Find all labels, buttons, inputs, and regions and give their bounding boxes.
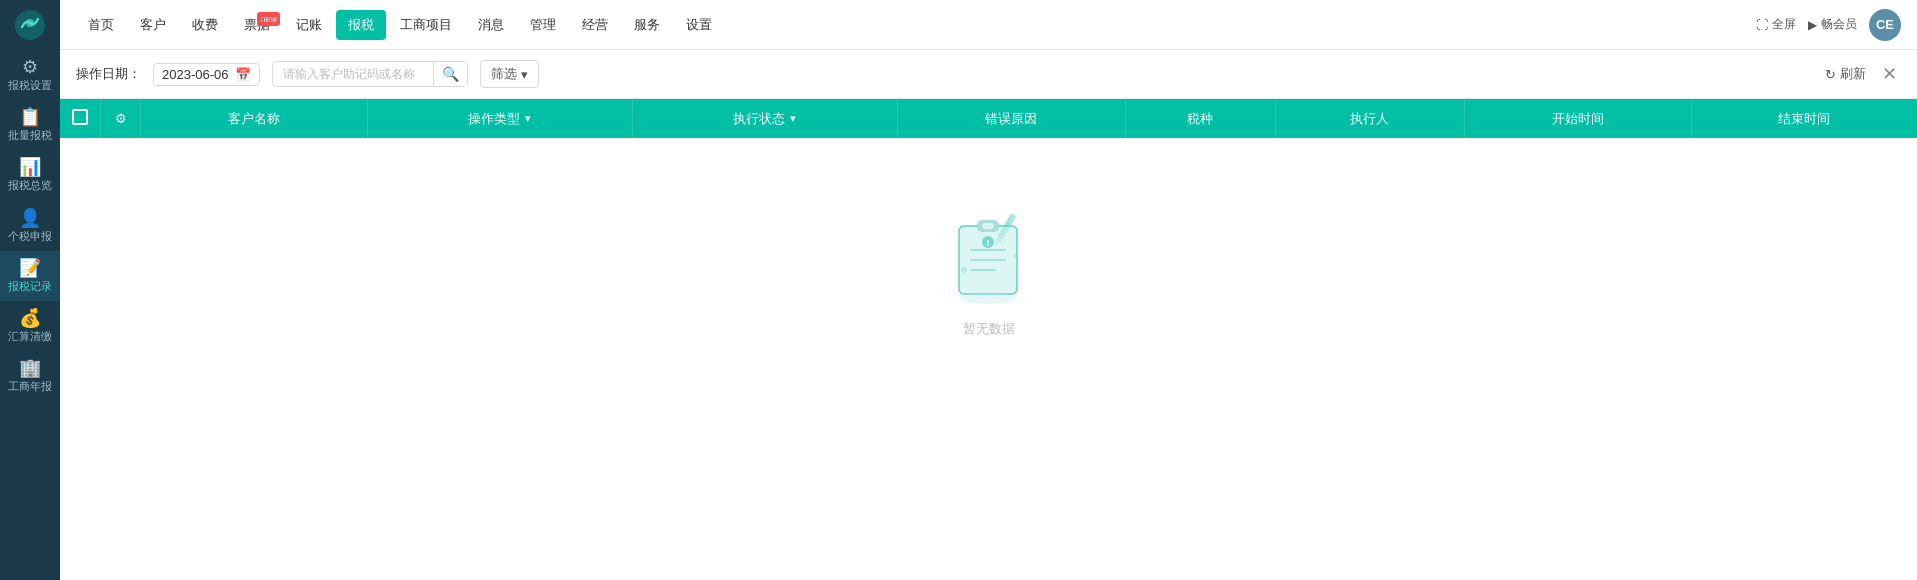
baoshui-shezhi-icon: ⚙: [22, 58, 38, 76]
select-all-checkbox[interactable]: [72, 109, 88, 125]
sidebar-item-baoshui-shezhi[interactable]: ⚙ 报税设置: [0, 50, 60, 100]
empty-text: 暂无数据: [963, 320, 1015, 338]
topnav-item-jingying[interactable]: 经营: [570, 10, 620, 40]
baoshui-jilu-icon: 📝: [19, 259, 41, 277]
nav-items: 首页客户收费票据new记账报税工商项目消息管理经营服务设置: [76, 10, 1756, 40]
svg-point-16: [1013, 254, 1017, 258]
records-table: ⚙ 客户名称 操作类型 ▼ 执行状态 ▼: [60, 99, 1917, 378]
topnav-item-home[interactable]: 首页: [76, 10, 126, 40]
th-customer-name: 客户名称: [141, 99, 368, 138]
topnav-item-shezhi[interactable]: 设置: [674, 10, 724, 40]
refresh-icon: ↻: [1825, 67, 1836, 82]
geshuisherebao-label: 个税申报: [8, 230, 52, 243]
top-nav: 首页客户收费票据new记账报税工商项目消息管理经营服务设置 ⛶ 全屏 ▶ 畅会员…: [60, 0, 1917, 50]
filter-button[interactable]: 筛选 ▾: [480, 60, 539, 88]
empty-state: ! 暂无数据: [60, 138, 1917, 378]
chevron-down-icon: ▾: [521, 67, 528, 82]
page-area: 操作日期： 2023-06-06 📅 🔍 筛选 ▾ ↻ 刷新 ✕: [60, 50, 1917, 580]
search-button[interactable]: 🔍: [433, 62, 467, 86]
search-box: 🔍: [272, 61, 468, 87]
piliang-baoshui-label: 批量报税: [8, 129, 52, 142]
main-wrap: 首页客户收费票据new记账报税工商项目消息管理经营服务设置 ⛶ 全屏 ▶ 畅会员…: [60, 0, 1917, 580]
svg-text:!: !: [986, 238, 989, 248]
huisuan-jiaoshu-label: 汇算清缴: [8, 330, 52, 343]
fullscreen-button[interactable]: ⛶ 全屏: [1756, 16, 1796, 33]
toolbar: 操作日期： 2023-06-06 📅 🔍 筛选 ▾ ↻ 刷新 ✕: [60, 50, 1917, 99]
sidebar-item-geshuisherebao[interactable]: 👤 个税申报: [0, 201, 60, 251]
topnav-item-shoufei[interactable]: 收费: [180, 10, 230, 40]
member-label: 畅会员: [1821, 16, 1857, 33]
gear-icon: ⚙: [115, 111, 127, 126]
fullscreen-icon: ⛶: [1756, 18, 1768, 32]
fullscreen-label: 全屏: [1772, 16, 1796, 33]
baoshui-shezhi-label: 报税设置: [8, 79, 52, 92]
huisuan-jiaoshu-icon: 💰: [19, 309, 41, 327]
topnav-item-xiaox[interactable]: 消息: [466, 10, 516, 40]
topnav-item-fuwu[interactable]: 服务: [622, 10, 672, 40]
gongshang-nianbao-label: 工商年报: [8, 380, 52, 393]
piliang-baoshui-icon: 📋: [19, 108, 41, 126]
svg-rect-8: [982, 223, 994, 229]
date-value: 2023-06-06: [162, 67, 229, 82]
topnav-right: ⛶ 全屏 ▶ 畅会员 CE: [1756, 9, 1901, 41]
sidebar-item-baoshui-jilu[interactable]: 📝 报税记录: [0, 251, 60, 301]
baoshui-zonglan-label: 报税总览: [8, 179, 52, 192]
baoshui-zonglan-icon: 📊: [19, 158, 41, 176]
filter-label: 筛选: [491, 65, 517, 83]
th-tax-type: 税种: [1125, 99, 1275, 138]
avatar[interactable]: CE: [1869, 9, 1901, 41]
th-error-reason: 错误原因: [898, 99, 1125, 138]
th-gear[interactable]: ⚙: [101, 99, 141, 138]
date-picker[interactable]: 2023-06-06 📅: [153, 63, 260, 86]
video-icon: ▶: [1808, 18, 1817, 32]
th-end-time: 结束时间: [1691, 99, 1917, 138]
topnav-item-guanli[interactable]: 管理: [518, 10, 568, 40]
table-wrap: ⚙ 客户名称 操作类型 ▼ 执行状态 ▼: [60, 99, 1917, 580]
th-exec-status[interactable]: 执行状态 ▼: [633, 99, 898, 138]
topnav-item-gongshang-xiangmu[interactable]: 工商项目: [388, 10, 464, 40]
th-start-time: 开始时间: [1464, 99, 1691, 138]
sidebar-item-piliang-baoshui[interactable]: 📋 批量报税: [0, 100, 60, 150]
th-exec-status-label: 执行状态: [733, 110, 785, 128]
svg-point-15: [961, 267, 967, 273]
sidebar-item-huisuan-jiaoshu[interactable]: 💰 汇算清缴: [0, 301, 60, 351]
sort-icon-status: ▼: [788, 113, 798, 124]
topnav-item-piaoju[interactable]: 票据new: [232, 10, 282, 40]
topnav-item-jizhang[interactable]: 记账: [284, 10, 334, 40]
geshuisherebao-icon: 👤: [19, 209, 41, 227]
refresh-label: 刷新: [1840, 65, 1866, 83]
close-button[interactable]: ✕: [1878, 65, 1901, 83]
sort-icon-operation: ▼: [523, 113, 533, 124]
th-operation-type[interactable]: 操作类型 ▼: [368, 99, 633, 138]
sidebar: ⚙ 报税设置 📋 批量报税 📊 报税总览 👤 个税申报 📝 报税记录 💰 汇算清…: [0, 0, 60, 580]
search-input[interactable]: [273, 63, 433, 85]
th-operation-type-label: 操作类型: [468, 110, 520, 128]
svg-point-1: [26, 19, 34, 27]
th-checkbox[interactable]: [60, 99, 101, 138]
sidebar-logo: [0, 0, 60, 50]
sidebar-item-gongshang-nianbao[interactable]: 🏢 工商年报: [0, 351, 60, 401]
sidebar-item-baoshui-zonglan[interactable]: 📊 报税总览: [0, 150, 60, 200]
new-badge: new: [257, 12, 280, 26]
baoshui-jilu-label: 报税记录: [8, 280, 52, 293]
topnav-item-baoshui[interactable]: 报税: [336, 10, 386, 40]
th-executor: 执行人: [1275, 99, 1464, 138]
svg-point-14: [960, 292, 1016, 304]
gongshang-nianbao-icon: 🏢: [19, 359, 41, 377]
topnav-item-kehu[interactable]: 客户: [128, 10, 178, 40]
member-button[interactable]: ▶ 畅会员: [1808, 16, 1857, 33]
date-label: 操作日期：: [76, 65, 141, 83]
refresh-button[interactable]: ↻ 刷新: [1825, 65, 1866, 83]
calendar-icon: 📅: [235, 67, 251, 82]
empty-icon: !: [939, 198, 1039, 308]
